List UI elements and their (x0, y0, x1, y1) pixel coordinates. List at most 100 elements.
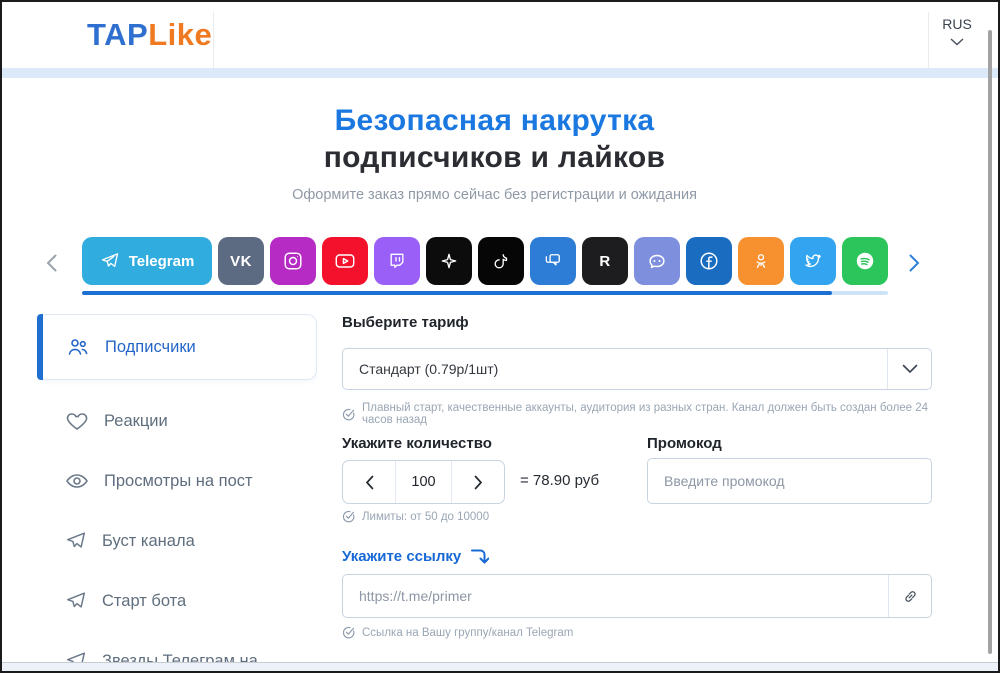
sidebar-item[interactable]: Подписчики (37, 314, 317, 380)
check-circle-icon (342, 510, 355, 523)
sidebar-item-label: Просмотры на пост (104, 471, 253, 490)
social-youtube-button[interactable] (322, 237, 368, 285)
chevron-left-icon (46, 254, 57, 272)
chat-bubbles-icon (545, 254, 560, 266)
people-icon-wrap (66, 335, 90, 359)
sidebar-item[interactable]: Звезды Телеграм на (37, 642, 317, 662)
tiktok-icon (494, 254, 508, 269)
link-paste-button[interactable] (888, 575, 932, 617)
social-instagram-button[interactable] (270, 237, 316, 285)
paper-plane-icon (67, 592, 85, 608)
sidebar-item-label: Реакции (104, 411, 168, 430)
chevron-right-icon (474, 475, 482, 489)
hero-section: Безопасная накрутка подписчиков и лайков… (2, 102, 987, 203)
arrow-curve-down-icon (471, 549, 490, 564)
odnoklassniki-icon (756, 254, 766, 268)
check-circle-icon (342, 408, 355, 420)
logo-text-tap: TAP (87, 17, 149, 52)
logo-text-like: Like (148, 17, 213, 52)
people-icon (68, 339, 88, 355)
twitter-icon (805, 254, 821, 268)
link-icon (905, 590, 916, 602)
paper-plane-icon (67, 652, 85, 662)
link-hint: Ссылка на Вашу группу/канал Telegram (342, 626, 573, 639)
tariff-select[interactable]: Стандарт (0.79р/1шт) (342, 348, 932, 390)
sidebar-item-label: Подписчики (105, 337, 196, 356)
link-input[interactable] (342, 574, 932, 618)
social-telegram-button[interactable]: Telegram (82, 237, 212, 285)
chevron-left-icon (365, 475, 373, 489)
heart-icon-wrap (65, 409, 89, 433)
facebook-icon (700, 252, 718, 270)
header-accent-strip (2, 68, 998, 78)
social-spotify-button[interactable] (842, 237, 888, 285)
social-facebook-button[interactable] (686, 237, 732, 285)
page-title-line1: Безопасная накрутка (334, 104, 655, 137)
promo-input[interactable] (647, 458, 932, 504)
telegram-icon (101, 253, 118, 268)
discord-icon (649, 254, 665, 269)
price-total: = 78.90 руб (520, 472, 600, 489)
quantity-decrease-button[interactable] (343, 461, 395, 503)
logo[interactable]: TAP Like (87, 2, 212, 68)
header-divider (213, 12, 214, 68)
quantity-input[interactable] (395, 461, 452, 503)
sidebar-item[interactable]: Старт бота (37, 582, 317, 620)
social-vk-button[interactable]: VK (218, 237, 264, 285)
sidebar-item-label: Буст канала (102, 531, 195, 550)
social-discord-button[interactable] (634, 237, 680, 285)
social-carousel-track: Telegram VK R (82, 237, 888, 285)
promo-label: Промокод (647, 435, 722, 452)
page: TAP Like RUS Безопасная накрутка подписчи… (0, 0, 1000, 673)
paper-plane-icon-wrap (65, 530, 87, 552)
sidebar-item[interactable]: Просмотры на пост (37, 462, 317, 500)
chevron-down-icon (902, 364, 917, 374)
page-title: Безопасная накрутка подписчиков и лайков (2, 102, 987, 176)
social-chat-button[interactable] (530, 237, 576, 285)
quantity-hint: Лимиты: от 50 до 10000 (342, 510, 489, 523)
paper-plane-icon-wrap (65, 590, 87, 612)
social-twitter-button[interactable] (790, 237, 836, 285)
quantity-increase-button[interactable] (452, 461, 504, 503)
scrollbar[interactable] (988, 30, 992, 654)
social-odnoklassniki-button[interactable] (738, 237, 784, 285)
instagram-icon (284, 252, 302, 270)
chevron-down-icon (950, 38, 964, 46)
bottom-strip (2, 662, 998, 671)
rutube-icon: R (599, 252, 611, 270)
tariff-hint: Плавный старт, качественные аккаунты, ау… (342, 402, 932, 426)
carousel-progress-track[interactable] (82, 291, 888, 295)
sidebar-item-label: Звезды Телеграм на (102, 651, 258, 663)
link-field-wrapper (342, 574, 932, 618)
paper-plane-icon-wrap (65, 650, 87, 662)
quantity-stepper (342, 460, 505, 504)
active-indicator (37, 314, 43, 380)
social-twitch-button[interactable] (374, 237, 420, 285)
sidebar-item-label: Старт бота (102, 591, 187, 610)
youtube-icon (335, 254, 355, 268)
social-tiktok-button[interactable] (478, 237, 524, 285)
page-subtitle: Оформите заказ прямо сейчас без регистра… (292, 187, 697, 203)
link-label[interactable]: Укажите ссылку (342, 548, 490, 565)
quantity-label: Укажите количество (342, 435, 492, 452)
eye-icon (66, 474, 88, 488)
check-circle-icon (342, 626, 355, 639)
sidebar-item[interactable]: Реакции (37, 402, 317, 440)
carousel-progress-fill (82, 291, 832, 295)
carousel-next-button[interactable] (905, 250, 924, 279)
social-rutube-button[interactable]: R (582, 237, 628, 285)
carousel-prev-button[interactable] (42, 250, 61, 279)
social-active-label: Telegram (128, 252, 195, 270)
tariff-selected-value: Стандарт (0.79р/1шт) (359, 361, 499, 377)
sidebar-item[interactable]: Буст канала (37, 522, 317, 560)
social-sparkle-button[interactable] (426, 237, 472, 285)
language-label: RUS (942, 16, 972, 32)
paper-plane-icon (67, 532, 85, 548)
page-title-line2: подписчиков и лайков (323, 141, 666, 174)
sparkle-icon (441, 253, 457, 269)
service-sidebar: Подписчики Реакции Просмотры на пост Буст к… (37, 314, 317, 662)
header-divider (928, 12, 929, 68)
language-selector[interactable]: RUS (934, 16, 980, 46)
spotify-icon (856, 252, 874, 270)
order-form: Выберите тариф Стандарт (0.79р/1шт) Плав… (342, 314, 932, 662)
